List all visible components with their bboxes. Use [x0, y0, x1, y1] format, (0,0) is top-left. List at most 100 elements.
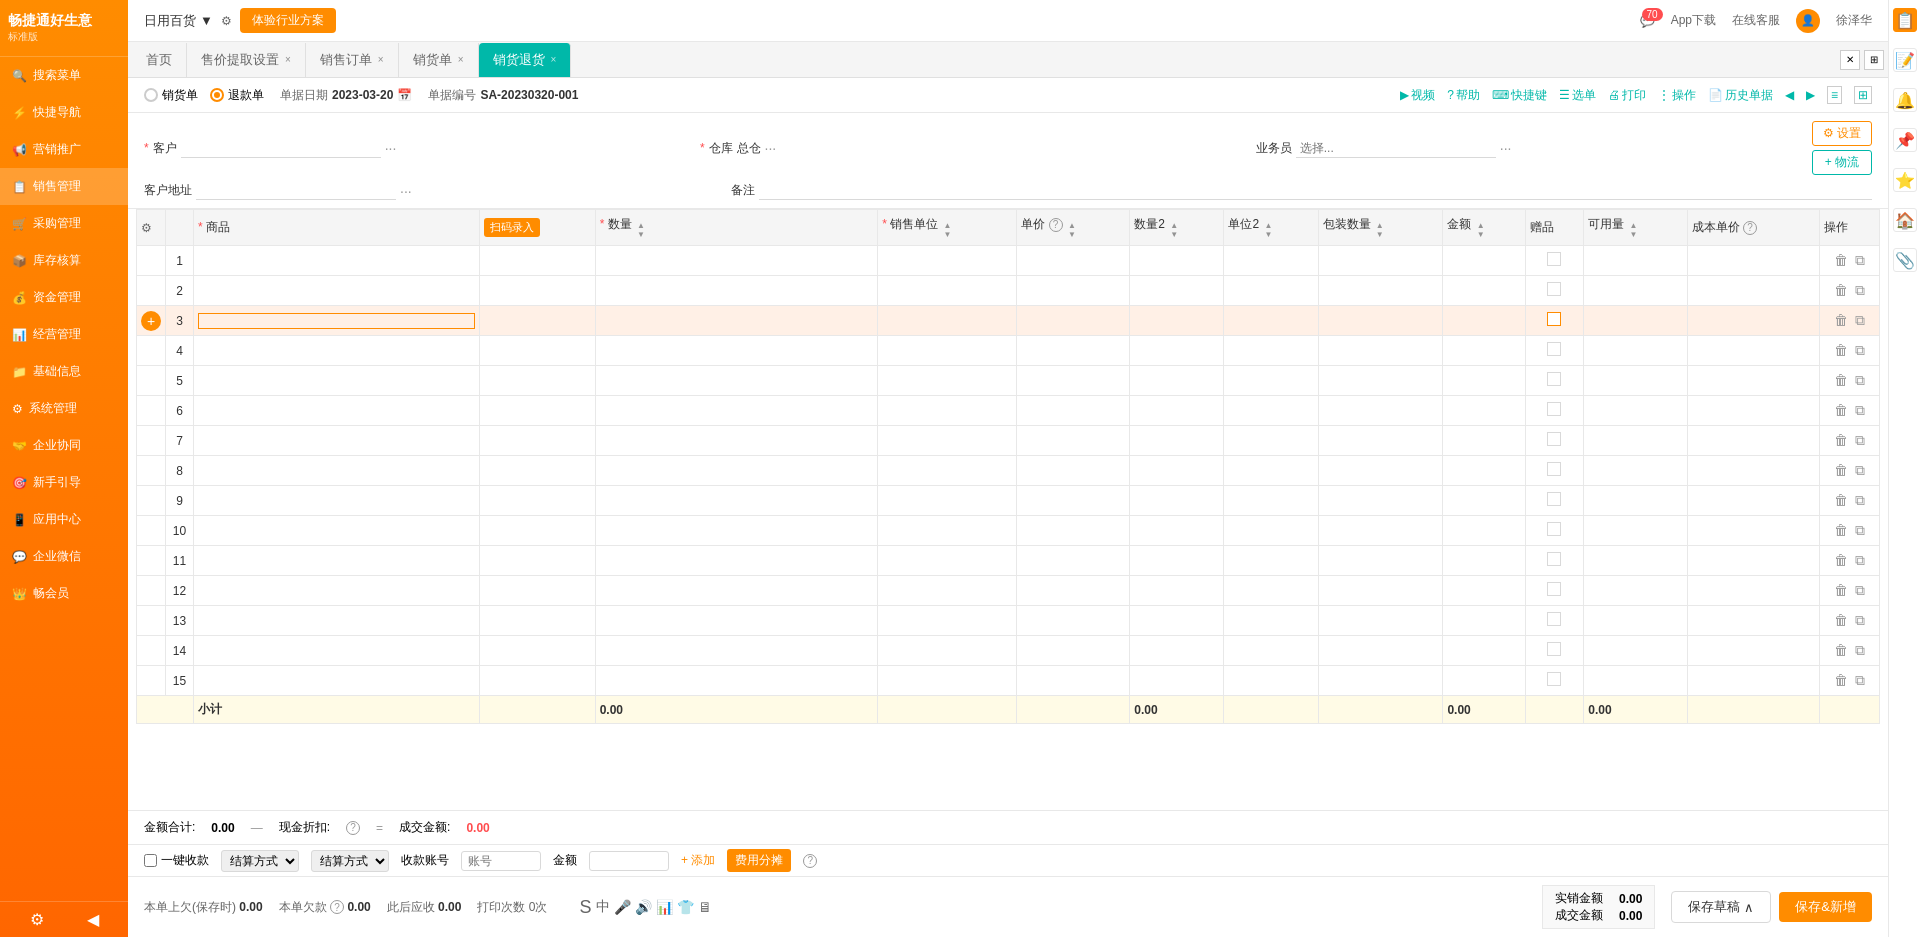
calculation-select[interactable]: 结算方式 — [311, 850, 389, 872]
tab-sales[interactable]: 销货单 × — [399, 43, 479, 77]
product-cell[interactable] — [194, 366, 480, 396]
gift-checkbox[interactable] — [1547, 522, 1561, 536]
radio-sales[interactable]: 销货单 — [144, 87, 198, 104]
sidebar-item-member[interactable]: 👑 畅会员 — [0, 575, 128, 612]
gift-checkbox[interactable] — [1547, 492, 1561, 506]
action-print[interactable]: 🖨 打印 — [1608, 87, 1646, 104]
tray-icon-5[interactable]: 📊 — [656, 899, 673, 915]
sidebar-item-enterprise[interactable]: 🤝 企业协同 — [0, 427, 128, 464]
copy-row-button[interactable]: ⧉ — [1853, 520, 1867, 541]
account-input[interactable] — [461, 851, 541, 871]
address-select-btn[interactable]: ··· — [400, 183, 412, 199]
gift-cell[interactable] — [1525, 246, 1584, 276]
warehouse-select-btn[interactable]: ··· — [765, 140, 777, 156]
customer-select-btn[interactable]: ··· — [385, 140, 397, 156]
view-list-icon[interactable]: ≡ — [1827, 86, 1842, 104]
available-cell[interactable] — [1584, 246, 1688, 276]
tray-icon-2[interactable]: 中 — [596, 898, 610, 916]
sidebar-item-sales-mgmt[interactable]: 📋 销售管理 — [0, 168, 128, 205]
delete-row-button[interactable]: 🗑 — [1832, 280, 1850, 300]
salesperson-select-btn[interactable]: ··· — [1500, 140, 1512, 156]
experience-button[interactable]: 体验行业方案 — [240, 8, 336, 33]
tab-menu-button[interactable]: ⊞ — [1864, 50, 1884, 70]
tray-icon-6[interactable]: 👕 — [677, 899, 694, 915]
tray-icon-7[interactable]: 🖥 — [698, 899, 712, 915]
sidebar-item-inventory[interactable]: 📦 库存核算 — [0, 242, 128, 279]
action-video[interactable]: ▶ 视频 — [1400, 87, 1435, 104]
delete-row-button[interactable]: 🗑 — [1832, 490, 1850, 510]
product-cell[interactable] — [194, 336, 480, 366]
sidebar-item-quick-nav[interactable]: ⚡ 快捷导航 — [0, 94, 128, 131]
product-cell[interactable] — [194, 546, 480, 576]
product-cell[interactable] — [194, 666, 480, 696]
sidebar-item-marketing[interactable]: 📢 营销推广 — [0, 131, 128, 168]
cash-discount-help-icon[interactable]: ? — [346, 821, 360, 835]
expense-split-button[interactable]: 费用分摊 — [727, 849, 791, 872]
gift-checkbox[interactable] — [1547, 672, 1561, 686]
online-service-link[interactable]: 在线客服 — [1732, 12, 1780, 29]
product-cell[interactable] — [194, 456, 480, 486]
copy-row-button[interactable]: ⧉ — [1853, 430, 1867, 451]
gift-checkbox[interactable] — [1547, 582, 1561, 596]
tab-home[interactable]: 首页 — [132, 43, 187, 77]
gift-checkbox[interactable] — [1547, 612, 1561, 626]
remark-input[interactable] — [759, 181, 1872, 200]
gift-checkbox[interactable] — [1547, 342, 1561, 356]
copy-row-button[interactable]: ⧉ — [1853, 370, 1867, 391]
view-grid-icon[interactable]: ⊞ — [1854, 86, 1872, 104]
right-icon-4[interactable]: 📌 — [1893, 128, 1917, 152]
user-name[interactable]: 徐泽华 — [1836, 12, 1872, 29]
tray-icon-3[interactable]: 🎤 — [614, 899, 631, 915]
scan-button[interactable]: 扫码录入 — [484, 218, 540, 237]
sidebar-item-finance[interactable]: 💰 资金管理 — [0, 279, 128, 316]
right-icon-6[interactable]: 🏠 — [1893, 208, 1917, 232]
tab-close-all-button[interactable]: ✕ — [1840, 50, 1860, 70]
date-value[interactable]: 2023-03-20 — [332, 88, 393, 102]
sidebar-item-new-guide[interactable]: 🎯 新手引导 — [0, 464, 128, 501]
number-value[interactable]: SA-20230320-001 — [480, 88, 578, 102]
gift-checkbox[interactable] — [1547, 642, 1561, 656]
delete-row-button[interactable]: 🗑 — [1832, 310, 1850, 330]
sidebar-item-search[interactable]: 🔍 搜索菜单 — [0, 57, 128, 94]
right-icon-2[interactable]: 📝 — [1893, 48, 1917, 72]
tray-icon-4[interactable]: 🔊 — [635, 899, 652, 915]
pack-qty-cell[interactable] — [1318, 246, 1443, 276]
date-picker-icon[interactable]: 📅 — [397, 88, 412, 102]
product-cell[interactable] — [194, 426, 480, 456]
gift-checkbox[interactable] — [1547, 252, 1561, 266]
action-history[interactable]: 📄 历史单据 — [1708, 87, 1773, 104]
accounting-select[interactable]: 结算方式 — [221, 850, 299, 872]
nav-selector[interactable]: 日用百货 ▼ — [144, 12, 213, 30]
settings-bottom-icon[interactable]: ⚙ — [30, 910, 44, 929]
copy-row-button[interactable]: ⧉ — [1853, 670, 1867, 691]
settings-icon[interactable]: ⚙ — [221, 14, 232, 28]
logistics-button[interactable]: + 物流 — [1812, 150, 1872, 175]
tab-sales-order-close[interactable]: × — [378, 54, 384, 65]
th-scan[interactable]: 扫码录入 — [480, 210, 596, 246]
save-new-button[interactable]: 保存&新增 — [1779, 892, 1872, 922]
copy-row-button[interactable]: ⧉ — [1853, 610, 1867, 631]
add-row-button[interactable]: + — [141, 311, 161, 331]
action-help[interactable]: ? 帮助 — [1447, 87, 1480, 104]
delete-row-button[interactable]: 🗑 — [1832, 670, 1850, 690]
add-payment-button[interactable]: + 添加 — [681, 852, 715, 869]
product-input[interactable] — [198, 254, 475, 268]
action-select[interactable]: ☰ 选单 — [1559, 87, 1596, 104]
bill-owe-help-icon[interactable]: ? — [330, 900, 344, 914]
tab-price-settings-close[interactable]: × — [285, 54, 291, 65]
delete-row-button[interactable]: 🗑 — [1832, 400, 1850, 420]
product-cell[interactable] — [194, 576, 480, 606]
product-cell[interactable] — [194, 606, 480, 636]
tab-sales-order[interactable]: 销售订单 × — [306, 43, 399, 77]
th-settings[interactable]: ⚙ — [137, 210, 166, 246]
delete-row-button[interactable]: 🗑 — [1832, 580, 1850, 600]
one-click-pay-input[interactable] — [144, 854, 157, 867]
next-record-icon[interactable]: ▶ — [1806, 88, 1815, 102]
radio-return[interactable]: 退款单 — [210, 87, 264, 104]
settings-button[interactable]: ⚙ 设置 — [1812, 121, 1872, 146]
sidebar-item-system[interactable]: ⚙ 系统管理 — [0, 390, 128, 427]
save-draft-button[interactable]: 保存草稿 ∧ — [1671, 891, 1771, 923]
unit-price-help-icon[interactable]: ? — [1049, 218, 1063, 232]
delete-row-button[interactable]: 🗑 — [1832, 370, 1850, 390]
copy-row-button[interactable]: ⧉ — [1853, 250, 1867, 271]
